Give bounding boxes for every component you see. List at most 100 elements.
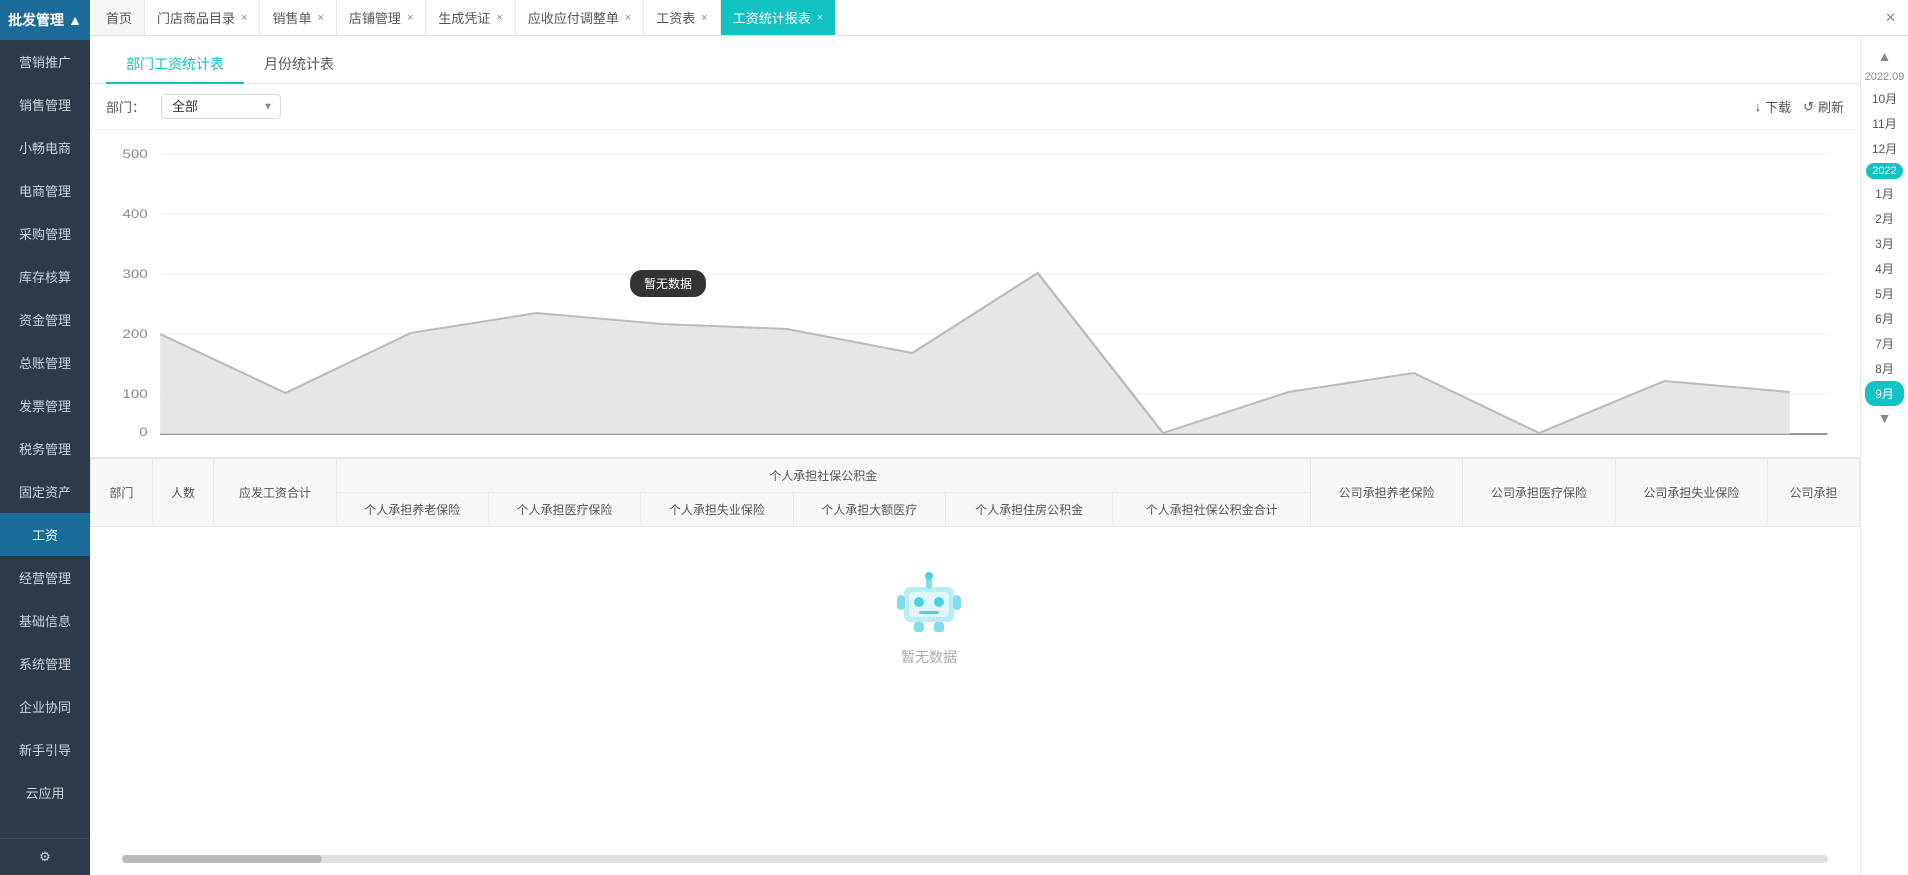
tab-门店商品目录[interactable]: 门店商品目录 × — [145, 0, 260, 36]
month-2-label[interactable]: 2月 — [1861, 206, 1908, 231]
dept-select[interactable]: 全部 — [161, 94, 281, 119]
tab-店铺管理[interactable]: 店铺管理 × — [337, 0, 426, 36]
col-header-公司承担失业保险: 公司承担失业保险 — [1615, 459, 1767, 527]
refresh-button[interactable]: ↺ 刷新 — [1803, 97, 1844, 116]
inner-page: 部门工资统计表 月份统计表 部门： 全部 ↓ 下载 — [90, 36, 1860, 875]
sidebar-item-总账管理[interactable]: 总账管理 — [0, 341, 90, 384]
sidebar-item-库存核算[interactable]: 库存核算 — [0, 255, 90, 298]
col-header-group-个人承担: 个人承担社保公积金 — [336, 459, 1310, 493]
year-panel: ▲ 2022.09 10月 11月 12月 2022 1月 2月 — [1860, 36, 1908, 875]
download-icon: ↓ — [1755, 99, 1762, 114]
settings-button[interactable]: ⚙ — [0, 838, 90, 875]
month-1-label[interactable]: 1月 — [1861, 181, 1908, 206]
sidebar-item-企业协同[interactable]: 企业协同 — [0, 685, 90, 728]
month-11-label[interactable]: 11月 — [1861, 111, 1908, 136]
tab-销售单[interactable]: 销售单 × — [260, 0, 336, 36]
sidebar-item-税务管理[interactable]: 税务管理 — [0, 427, 90, 470]
tab-close-icon[interactable]: × — [317, 12, 323, 24]
sidebar-item-电商管理[interactable]: 电商管理 — [0, 169, 90, 212]
sidebar-item-采购管理[interactable]: 采购管理 — [0, 212, 90, 255]
tab-close-icon[interactable]: × — [496, 12, 502, 24]
tab-工资统计报表[interactable]: 工资统计报表 × — [721, 0, 836, 36]
tab-label: 店铺管理 — [349, 8, 401, 27]
month-7-label[interactable]: 7月 — [1861, 331, 1908, 356]
horizontal-scrollbar[interactable] — [122, 855, 1828, 863]
svg-text:500: 500 — [123, 147, 149, 160]
tab-label: 生成凭证 — [438, 8, 490, 27]
col-header-公司承担养老保险: 公司承担养老保险 — [1311, 459, 1463, 527]
col-header-公司承担医疗保险: 公司承担医疗保险 — [1463, 459, 1615, 527]
sub-tabs: 部门工资统计表 月份统计表 — [90, 36, 1860, 84]
svg-text:0: 0 — [139, 425, 148, 438]
month-12-label[interactable]: 12月 — [1861, 136, 1908, 161]
sidebar-item-资金管理[interactable]: 资金管理 — [0, 298, 90, 341]
month-10-label[interactable]: 10月 — [1861, 86, 1908, 111]
year-panel-up-button[interactable]: ▲ — [1869, 44, 1901, 68]
year-2022-label[interactable]: 2022.09 — [1861, 68, 1908, 86]
tab-生成凭证[interactable]: 生成凭证 × — [426, 0, 515, 36]
svg-text:100: 100 — [123, 387, 149, 400]
sidebar-item-固定资产[interactable]: 固定资产 — [0, 470, 90, 513]
tab-close-icon[interactable]: × — [625, 12, 631, 24]
download-button[interactable]: ↓ 下载 — [1755, 97, 1792, 116]
sidebar-item-基础信息[interactable]: 基础信息 — [0, 599, 90, 642]
col-header-部门: 部门 — [91, 459, 153, 527]
svg-text:300: 300 — [123, 267, 149, 280]
sidebar-item-营销推广[interactable]: 营销推广 — [0, 40, 90, 83]
month-3-label[interactable]: 3月 — [1861, 231, 1908, 256]
sidebar-item-销售管理[interactable]: 销售管理 — [0, 83, 90, 126]
sidebar-chevron-icon: ▲ — [68, 12, 82, 28]
refresh-icon: ↺ — [1803, 99, 1814, 115]
dept-label: 部门： — [106, 97, 145, 116]
sidebar-item-系统管理[interactable]: 系统管理 — [0, 642, 90, 685]
toolbar: 部门： 全部 ↓ 下载 ↺ 刷新 — [90, 84, 1860, 130]
close-all-button[interactable]: ✕ — [1877, 10, 1904, 26]
sidebar-item-新手引导[interactable]: 新手引导 — [0, 728, 90, 771]
sidebar-item-云应用[interactable]: 云应用 — [0, 771, 90, 814]
close-all-icon: ✕ — [1885, 10, 1896, 26]
dept-select-wrapper[interactable]: 全部 — [161, 94, 281, 119]
tab-首页[interactable]: 首页 — [94, 0, 145, 36]
sidebar-header[interactable]: 批发管理 ▲ — [0, 0, 90, 40]
tab-bar: 首页 门店商品目录 × 销售单 × 店铺管理 × 生成凭证 × 应收应付调整单 … — [90, 0, 1908, 36]
col-header-人数: 人数 — [152, 459, 214, 527]
year-2022-badge[interactable]: 2022 — [1866, 163, 1902, 179]
table-container[interactable]: 部门 人数 应发工资合计 个人承担社保公积金 公司承担养老保险 公司承担医疗保险… — [90, 457, 1860, 847]
sidebar-item-工资[interactable]: 工资 — [0, 513, 90, 556]
toolbar-right: ↓ 下载 ↺ 刷新 — [1755, 97, 1844, 116]
sidebar-item-发票管理[interactable]: 发票管理 — [0, 384, 90, 427]
tab-label: 工资表 — [656, 8, 695, 27]
month-5-label[interactable]: 5月 — [1861, 281, 1908, 306]
chart-table-area: 500 400 300 200 100 0 — [90, 130, 1860, 875]
sub-tab-部门工资统计表[interactable]: 部门工资统计表 — [106, 46, 244, 84]
sub-tab-月份统计表[interactable]: 月份统计表 — [244, 46, 354, 84]
sidebar-item-小畅电商[interactable]: 小畅电商 — [0, 126, 90, 169]
col-header-应发工资合计: 应发工资合计 — [214, 459, 336, 527]
sidebar-header-label: 批发管理 — [8, 10, 64, 30]
svg-text:200: 200 — [123, 327, 149, 340]
year-panel-down-button[interactable]: ▼ — [1869, 406, 1901, 430]
tab-close-icon[interactable]: × — [407, 12, 413, 24]
svg-text:400: 400 — [123, 207, 149, 220]
tab-label: 门店商品目录 — [157, 8, 235, 27]
col-header-个人承担住房公积金: 个人承担住房公积金 — [945, 493, 1112, 527]
scrollbar-area — [90, 847, 1860, 875]
tab-工资表[interactable]: 工资表 × — [644, 0, 720, 36]
col-header-公司承担: 公司承担 — [1768, 459, 1860, 527]
scrollbar-thumb[interactable] — [122, 855, 322, 863]
month-4-label[interactable]: 4月 — [1861, 256, 1908, 281]
gear-icon: ⚙ — [39, 849, 51, 864]
empty-state: 暂无数据 — [91, 527, 1768, 707]
month-8-label[interactable]: 8月 — [1861, 356, 1908, 381]
empty-text: 暂无数据 — [901, 647, 957, 667]
tab-close-icon[interactable]: × — [701, 12, 707, 24]
sidebar-item-经营管理[interactable]: 经营管理 — [0, 556, 90, 599]
month-9-label[interactable]: 9月 — [1865, 381, 1904, 406]
tab-close-icon[interactable]: × — [241, 12, 247, 24]
chart-svg: 500 400 300 200 100 0 — [110, 146, 1840, 446]
month-6-label[interactable]: 6月 — [1861, 306, 1908, 331]
tab-close-icon[interactable]: × — [817, 12, 823, 24]
page-area: 部门工资统计表 月份统计表 部门： 全部 ↓ 下载 — [90, 36, 1908, 875]
chart-container: 500 400 300 200 100 0 — [90, 130, 1860, 457]
tab-应收应付调整单[interactable]: 应收应付调整单 × — [516, 0, 644, 36]
